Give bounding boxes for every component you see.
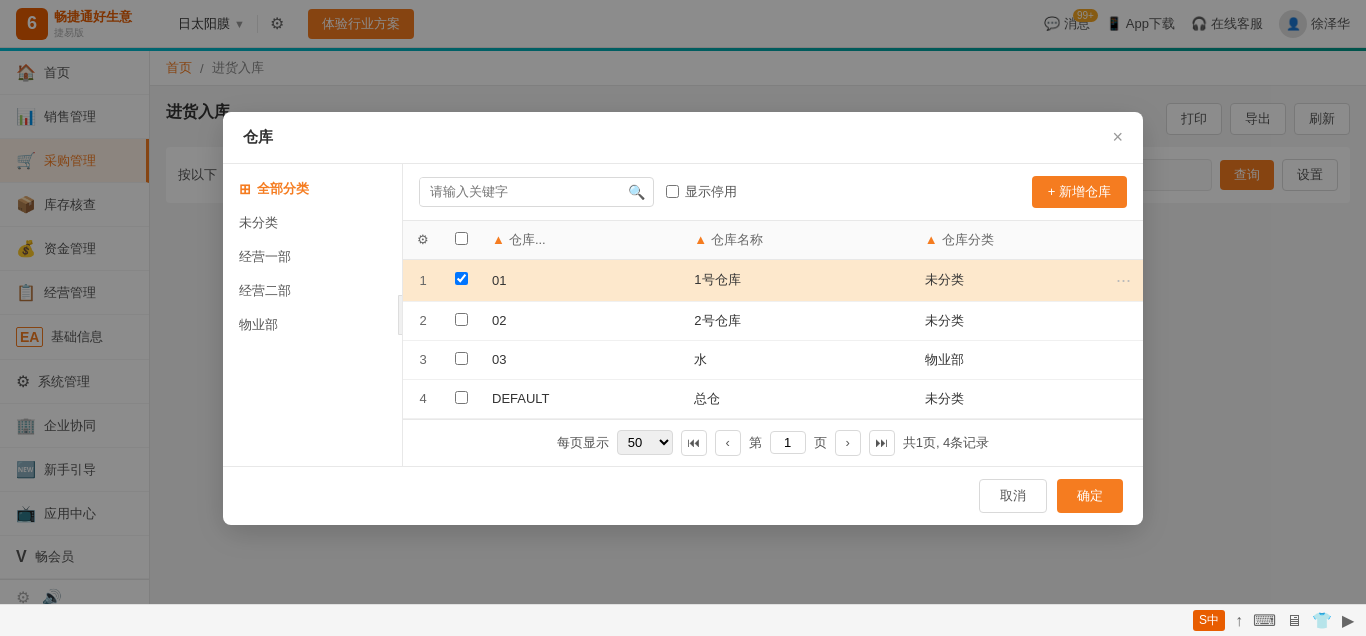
col-category: ▲仓库分类	[913, 221, 1143, 260]
sidebar-collapse-btn[interactable]: 《	[398, 295, 403, 335]
dialog-header: 仓库 ×	[223, 112, 1143, 164]
row-checkbox[interactable]	[455, 352, 468, 365]
bottom-bar: S中 ↑ ⌨ 🖥 👕 ▶	[0, 604, 1366, 636]
bottom-s-icon[interactable]: S中	[1193, 610, 1225, 631]
row-name: 1号仓库	[682, 259, 912, 301]
col-code: ▲仓库...	[480, 221, 682, 260]
row-checkbox-cell	[443, 259, 480, 301]
category-label: 经营一部	[239, 248, 291, 266]
bottom-play-icon[interactable]: ▶	[1342, 611, 1354, 630]
category-item-all[interactable]: ⊞ 全部分类	[223, 172, 402, 206]
bottom-monitor-icon[interactable]: 🖥	[1286, 612, 1302, 630]
table-row[interactable]: 1 01 1号仓库 未分类 ···	[403, 259, 1143, 301]
row-category: 未分类	[913, 379, 1143, 418]
row-category: 未分类 ···	[913, 260, 1143, 301]
category-label: 全部分类	[257, 180, 309, 198]
row-category: 未分类	[913, 301, 1143, 340]
per-page-label: 每页显示	[557, 434, 609, 452]
row-num: 1	[403, 259, 443, 301]
row-code: DEFAULT	[480, 379, 682, 418]
col-name: ▲仓库名称	[682, 221, 912, 260]
row-checkbox[interactable]	[455, 272, 468, 285]
row-code: 02	[480, 301, 682, 340]
row-category: 物业部	[913, 340, 1143, 379]
show-disabled-checkbox-label[interactable]: 显示停用	[666, 183, 737, 201]
show-disabled-checkbox[interactable]	[666, 185, 679, 198]
col-checkbox	[443, 221, 480, 260]
row-checkbox[interactable]	[455, 391, 468, 404]
warehouse-dialog: 仓库 × ⊞ 全部分类 未分类 经营一部 经营二部	[223, 112, 1143, 525]
col-settings: ⚙	[403, 221, 443, 260]
category-label: 经营二部	[239, 282, 291, 300]
bottom-shirt-icon[interactable]: 👕	[1312, 611, 1332, 630]
dialog-footer: 取消 确定	[223, 466, 1143, 525]
page-unit: 页	[814, 434, 827, 452]
prev-page-btn[interactable]: ‹	[715, 430, 741, 456]
grid-icon: ⊞	[239, 181, 251, 197]
table-row[interactable]: 2 02 2号仓库 未分类	[403, 301, 1143, 340]
row-num: 2	[403, 301, 443, 340]
category-label: 未分类	[239, 214, 278, 232]
row-checkbox-cell	[443, 301, 480, 340]
modal-overlay: 仓库 × ⊞ 全部分类 未分类 经营一部 经营二部	[0, 0, 1366, 636]
bottom-keyboard-icon[interactable]: ⌨	[1253, 611, 1276, 630]
search-input[interactable]	[420, 178, 620, 205]
dialog-toolbar: 🔍 显示停用 + 新增仓库	[403, 164, 1143, 221]
row-num: 3	[403, 340, 443, 379]
table-row[interactable]: 3 03 水 物业部	[403, 340, 1143, 379]
row-checkbox-cell	[443, 340, 480, 379]
category-item-ops2[interactable]: 经营二部	[223, 274, 402, 308]
search-box: 🔍	[419, 177, 654, 207]
cancel-btn[interactable]: 取消	[979, 479, 1047, 513]
first-page-btn[interactable]: ⏮	[681, 430, 707, 456]
dialog-category-sidebar: ⊞ 全部分类 未分类 经营一部 经营二部 物业部 《	[223, 164, 403, 466]
select-all-checkbox[interactable]	[455, 232, 468, 245]
search-icon[interactable]: 🔍	[620, 178, 653, 206]
more-btn[interactable]: ···	[1116, 270, 1131, 291]
row-num: 4	[403, 379, 443, 418]
per-page-select[interactable]: 50 100 200	[617, 430, 673, 455]
row-name: 2号仓库	[682, 301, 912, 340]
category-label: 物业部	[239, 316, 278, 334]
pagination: 每页显示 50 100 200 ⏮ ‹ 第 页 › ⏭ 共1页, 4条记录	[403, 419, 1143, 466]
page-label: 第	[749, 434, 762, 452]
row-checkbox-cell	[443, 379, 480, 418]
row-name: 水	[682, 340, 912, 379]
row-code: 03	[480, 340, 682, 379]
category-item-property[interactable]: 物业部	[223, 308, 402, 342]
row-name: 总仓	[682, 379, 912, 418]
warehouse-table: ⚙ ▲仓库... ▲仓库名称 ▲仓库分类 1 01	[403, 221, 1143, 419]
total-info: 共1页, 4条记录	[903, 434, 990, 452]
table-row[interactable]: 4 DEFAULT 总仓 未分类	[403, 379, 1143, 418]
page-input[interactable]	[770, 431, 806, 454]
category-item-ops1[interactable]: 经营一部	[223, 240, 402, 274]
dialog-title: 仓库	[243, 128, 273, 147]
row-code: 01	[480, 259, 682, 301]
add-warehouse-btn[interactable]: + 新增仓库	[1032, 176, 1127, 208]
dialog-close-btn[interactable]: ×	[1112, 128, 1123, 146]
show-disabled-label: 显示停用	[685, 183, 737, 201]
bottom-upload-icon[interactable]: ↑	[1235, 612, 1243, 630]
last-page-btn[interactable]: ⏭	[869, 430, 895, 456]
next-page-btn[interactable]: ›	[835, 430, 861, 456]
category-item-unclassified[interactable]: 未分类	[223, 206, 402, 240]
dialog-main: 🔍 显示停用 + 新增仓库 ⚙	[403, 164, 1143, 466]
row-checkbox[interactable]	[455, 313, 468, 326]
confirm-btn[interactable]: 确定	[1057, 479, 1123, 513]
warehouse-table-wrap: ⚙ ▲仓库... ▲仓库名称 ▲仓库分类 1 01	[403, 221, 1143, 419]
dialog-body: ⊞ 全部分类 未分类 经营一部 经营二部 物业部 《	[223, 164, 1143, 466]
